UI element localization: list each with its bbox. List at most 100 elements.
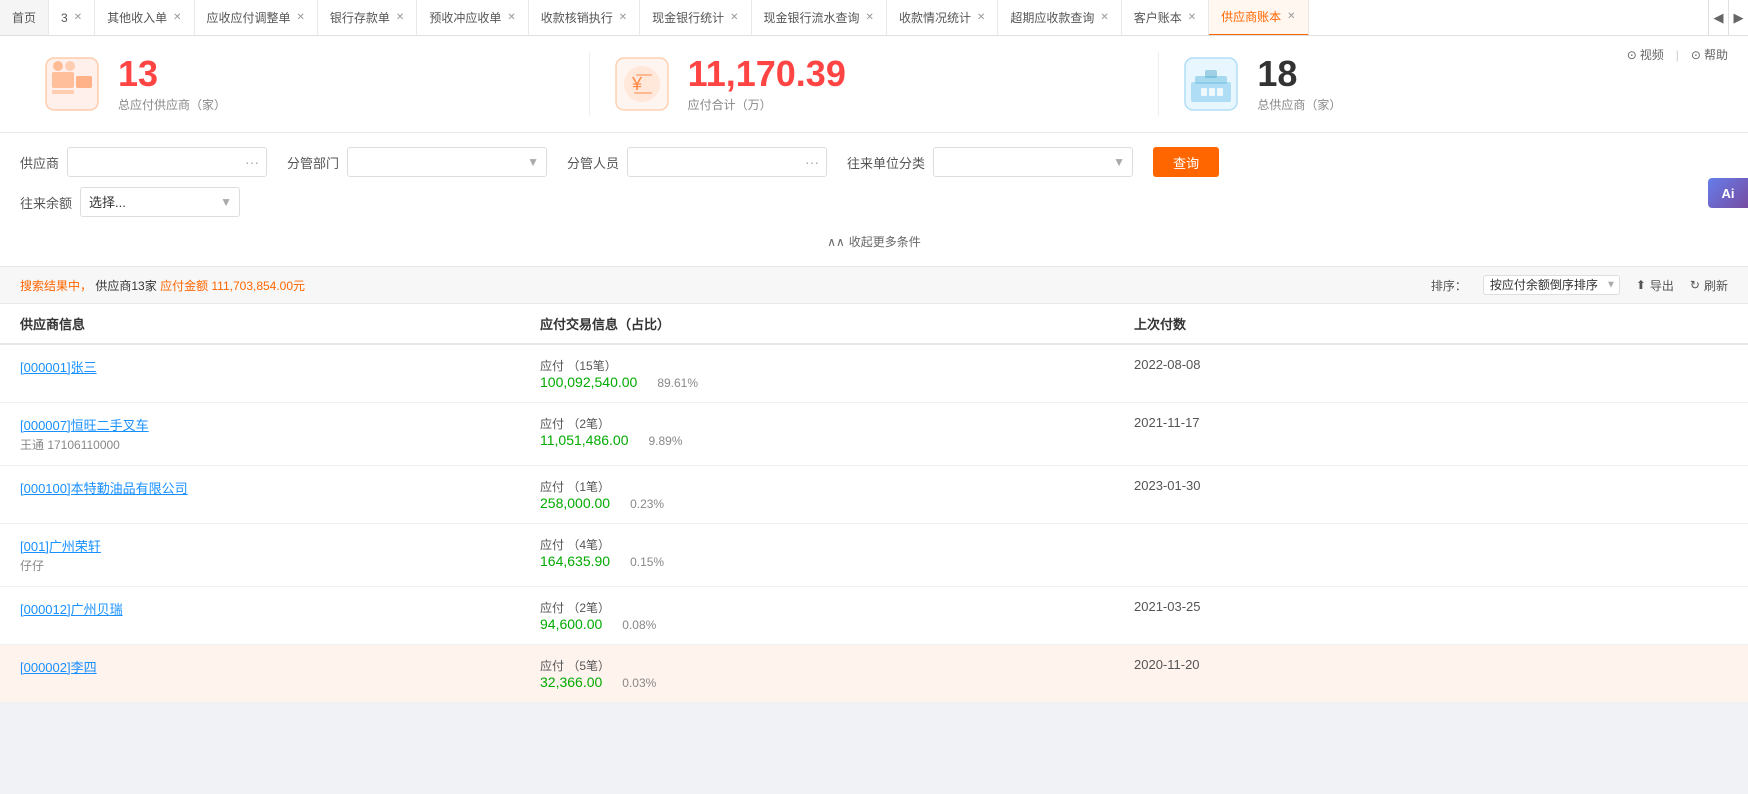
total-suppliers-number: 18 bbox=[1257, 56, 1341, 92]
tx-pct-5: 0.08% bbox=[622, 618, 656, 632]
close-tab-bank-deposit[interactable]: ✕ bbox=[396, 12, 404, 23]
help-link[interactable]: ⊙ 帮助 bbox=[1691, 46, 1728, 63]
table-row: [000002]李四 应付 （5笔） 32,366.00 0.03% 2020-… bbox=[0, 645, 1748, 703]
person-label: 分管人员 bbox=[567, 153, 619, 172]
ap-amount-label: 应付合计（万） bbox=[688, 96, 846, 113]
nav-tab-supplier-account[interactable]: 供应商账本 ✕ bbox=[1209, 0, 1308, 36]
filter-dept: 分管部门 ▼ bbox=[287, 147, 547, 177]
table-row: [000007]恒旺二手叉车 王通 17106110000 应付 （2笔） 11… bbox=[0, 403, 1748, 466]
result-bar: 搜索结果中， 供应商13家 应付金额 111,703,854.00元 排序： 按… bbox=[0, 267, 1748, 304]
close-tab-other-income[interactable]: ✕ bbox=[173, 12, 181, 23]
close-tab-advance-collect[interactable]: ✕ bbox=[507, 12, 515, 23]
supplier-dots-icon[interactable]: ··· bbox=[245, 154, 259, 170]
col-header-supplier: 供应商信息 bbox=[20, 314, 540, 333]
close-tab-cash-bank-stat[interactable]: ✕ bbox=[730, 12, 738, 23]
ap-tx-info-6: 应付 （5笔） 32,366.00 0.03% bbox=[540, 657, 1134, 690]
supplier-name-6[interactable]: [000002]李四 bbox=[20, 657, 540, 676]
nav-tab-cash-bank-flow[interactable]: 现金银行流水查询 ✕ bbox=[752, 0, 887, 36]
dept-select[interactable] bbox=[347, 147, 547, 177]
person-input[interactable] bbox=[627, 147, 827, 177]
tx-amount-5[interactable]: 94,600.00 bbox=[540, 616, 602, 632]
nav-tab-customer-account[interactable]: 客户账本 ✕ bbox=[1122, 0, 1209, 36]
close-tab-ap-adjust[interactable]: ✕ bbox=[297, 12, 305, 23]
supplier-name-3[interactable]: [000100]本特勤油品有限公司 bbox=[20, 478, 540, 497]
sort-select-wrap: 按应付余额倒序排序 ▼ bbox=[1483, 275, 1620, 295]
tx-label-5: 应付 （2笔） bbox=[540, 599, 1134, 616]
tx-amount-3[interactable]: 258,000.00 bbox=[540, 495, 610, 511]
supplier-info-5: [000012]广州贝瑞 bbox=[20, 599, 540, 620]
tx-row-2: 11,051,486.00 9.89% bbox=[540, 432, 1134, 448]
tx-amount-1[interactable]: 100,092,540.00 bbox=[540, 374, 637, 390]
last-pay-1: 2022-08-08 bbox=[1134, 357, 1728, 372]
table-area: 供应商信息 应付交易信息（占比） 上次付数 [000001]张三 应付 （15笔… bbox=[0, 304, 1748, 703]
video-icon: ⊙ bbox=[1627, 48, 1637, 62]
tx-amount-4[interactable]: 164,635.90 bbox=[540, 553, 610, 569]
ai-button[interactable]: Ai bbox=[1708, 178, 1748, 208]
table-body: [000001]张三 应付 （15笔） 100,092,540.00 89.61… bbox=[0, 345, 1748, 703]
balance-select-wrap: 选择... ▼ bbox=[80, 187, 240, 217]
top-right-links: ⊙ 视频 | ⊙ 帮助 bbox=[1627, 46, 1728, 63]
tx-pct-4: 0.15% bbox=[630, 555, 664, 569]
tx-amount-6[interactable]: 32,366.00 bbox=[540, 674, 602, 690]
nav-tab-collect-verify[interactable]: 收款核销执行 ✕ bbox=[529, 0, 640, 36]
nav-tab-ap-adjust[interactable]: 应收应付调整单 ✕ bbox=[195, 0, 318, 36]
sort-select[interactable]: 按应付余额倒序排序 bbox=[1483, 275, 1620, 295]
nav-tab-overdue-query[interactable]: 超期应收款查询 ✕ bbox=[998, 0, 1121, 36]
close-tab-overdue-query[interactable]: ✕ bbox=[1100, 12, 1108, 23]
nav-tab-home[interactable]: 首页 bbox=[0, 0, 49, 36]
search-button[interactable]: 查询 bbox=[1153, 147, 1219, 177]
supplier-name-4[interactable]: [001]广州荣轩 bbox=[20, 536, 540, 555]
close-tab-supplier-account[interactable]: ✕ bbox=[1287, 11, 1295, 22]
collapse-button[interactable]: ∧∧ 收起更多条件 bbox=[827, 233, 921, 250]
unit-class-select[interactable] bbox=[933, 147, 1133, 177]
nav-tab-bank-deposit[interactable]: 银行存款单 ✕ bbox=[318, 0, 417, 36]
ap-suppliers-icon bbox=[40, 52, 104, 116]
export-button[interactable]: ⬆ 导出 bbox=[1636, 277, 1674, 294]
nav-tab-3[interactable]: 3 ✕ bbox=[49, 0, 95, 36]
close-tab-collect-verify[interactable]: ✕ bbox=[619, 12, 627, 23]
supplier-name-5[interactable]: [000012]广州贝瑞 bbox=[20, 599, 540, 618]
stat-block-ap-amount: ¥ 11,170.39 应付合计（万） bbox=[589, 52, 1159, 116]
person-input-wrap: ··· bbox=[627, 147, 827, 177]
supplier-input[interactable] bbox=[67, 147, 267, 177]
ap-tx-info-5: 应付 （2笔） 94,600.00 0.08% bbox=[540, 599, 1134, 632]
close-tab-collect-stat[interactable]: ✕ bbox=[977, 12, 985, 23]
ap-suppliers-label: 总应付供应商（家） bbox=[118, 96, 226, 113]
balance-select[interactable]: 选择... bbox=[80, 187, 240, 217]
supplier-input-wrap: ··· bbox=[67, 147, 267, 177]
filter-unit-class: 往来单位分类 ▼ bbox=[847, 147, 1133, 177]
nav-tab-cash-bank-stat[interactable]: 现金银行统计 ✕ bbox=[640, 0, 751, 36]
ap-amount-number: 11,170.39 bbox=[688, 56, 846, 92]
nav-tab-collect-stat[interactable]: 收款情况统计 ✕ bbox=[887, 0, 998, 36]
table-header: 供应商信息 应付交易信息（占比） 上次付数 bbox=[0, 304, 1748, 345]
supplier-name-2[interactable]: [000007]恒旺二手叉车 bbox=[20, 415, 540, 434]
tx-label-2: 应付 （2笔） bbox=[540, 415, 1134, 432]
last-pay-2: 2021-11-17 bbox=[1134, 415, 1728, 430]
close-tab-cash-bank-flow[interactable]: ✕ bbox=[866, 12, 874, 23]
nav-arrow-left[interactable]: ◀ bbox=[1708, 0, 1728, 36]
last-pay-3: 2023-01-30 bbox=[1134, 478, 1728, 493]
person-dots-icon[interactable]: ··· bbox=[805, 154, 819, 170]
refresh-button[interactable]: ↻ 刷新 bbox=[1690, 277, 1728, 294]
tx-amount-2[interactable]: 11,051,486.00 bbox=[540, 432, 629, 448]
close-tab-3[interactable]: ✕ bbox=[74, 12, 82, 23]
ap-tx-info-4: 应付 （4笔） 164,635.90 0.15% bbox=[540, 536, 1134, 569]
nav-arrow-right[interactable]: ▶ bbox=[1728, 0, 1748, 36]
video-link[interactable]: ⊙ 视频 bbox=[1627, 46, 1664, 63]
nav-tab-advance-collect[interactable]: 预收冲应收单 ✕ bbox=[417, 0, 528, 36]
collapse-up-icon: ∧∧ bbox=[827, 235, 845, 249]
filter-row-2: 往来余额 选择... ▼ bbox=[20, 187, 1728, 217]
tx-row-5: 94,600.00 0.08% bbox=[540, 616, 1134, 632]
filter-row-1: 供应商 ··· 分管部门 ▼ 分管人员 ··· bbox=[20, 147, 1728, 177]
supplier-name-1[interactable]: [000001]张三 bbox=[20, 357, 540, 376]
stat-content-ap-amount: 11,170.39 应付合计（万） bbox=[688, 56, 846, 113]
stat-content-total-suppliers: 18 总供应商（家） bbox=[1257, 56, 1341, 113]
close-tab-customer-account[interactable]: ✕ bbox=[1188, 12, 1196, 23]
filter-area: 供应商 ··· 分管部门 ▼ 分管人员 ··· bbox=[0, 133, 1748, 267]
supplier-info-6: [000002]李四 bbox=[20, 657, 540, 678]
supplier-sub-4: 仔仔 bbox=[20, 557, 540, 574]
ap-tx-info-3: 应付 （1笔） 258,000.00 0.23% bbox=[540, 478, 1134, 511]
result-actions: 排序： 按应付余额倒序排序 ▼ ⬆ 导出 ↻ 刷新 bbox=[1431, 275, 1728, 295]
table-row: [000100]本特勤油品有限公司 应付 （1笔） 258,000.00 0.2… bbox=[0, 466, 1748, 524]
nav-tab-other-income[interactable]: 其他收入单 ✕ bbox=[95, 0, 194, 36]
